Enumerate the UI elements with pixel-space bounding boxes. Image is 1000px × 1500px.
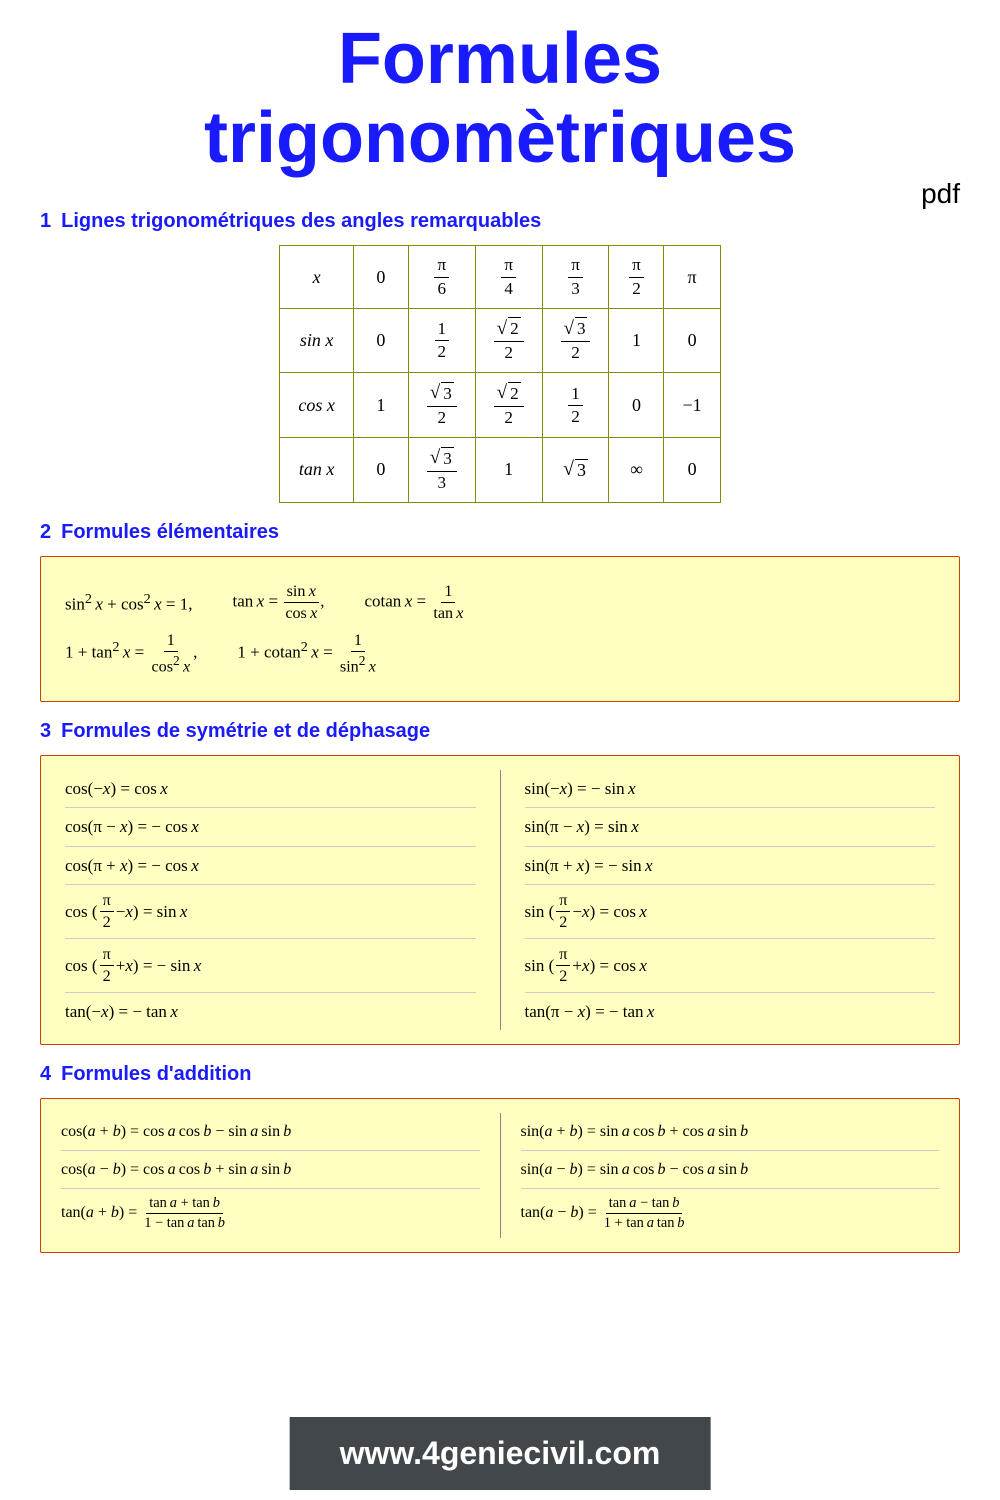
sym-col-cos: cos(−x) = cos x cos(π − x) = − cos x cos… [41, 770, 501, 1030]
sym-cos-pi2-plus: cos ( π 2 + x) = − sin x [65, 939, 476, 993]
add-cos-a-plus-b: cos(a + b) = cos a cos b − sin a sin b [61, 1113, 480, 1151]
page: Formules trigonomètriques pdf 1 Lignes t… [0, 0, 1000, 1273]
sym-col-sin: sin(−x) = − sin x sin(π − x) = sin x sin… [501, 770, 960, 1030]
sym-tan-pi-minus: tan(π − x) = − tan x [525, 993, 936, 1030]
sym-sin-pi2-plus: sin ( π 2 + x) = cos x [525, 939, 936, 993]
sym-cos-pi-plus: cos(π + x) = − cos x [65, 847, 476, 885]
add-col-sin: sin(a + b) = sin a cos b + cos a sin b s… [501, 1113, 960, 1238]
section1-number: 1 [40, 210, 51, 233]
addition-box: cos(a + b) = cos a cos b − sin a sin b c… [40, 1098, 960, 1253]
section1-title: Lignes trigonométriques des angles remar… [61, 210, 541, 233]
sym-sin-pi-plus: sin(π + x) = − sin x [525, 847, 936, 885]
section2-title: Formules élémentaires [61, 521, 279, 544]
add-sin-a-plus-b: sin(a + b) = sin a cos b + cos a sin b [521, 1113, 940, 1151]
formula-cotan: cotan x = 1 tan x [364, 581, 466, 624]
sym-sin-pi2-minus: sin ( π 2 − x) = cos x [525, 885, 936, 939]
main-title: Formules trigonomètriques [40, 20, 960, 178]
formula-box-elementary: sin2 x + cos2 x = 1, tan x = sin x cos x… [40, 556, 960, 702]
sym-tan-neg: tan(−x) = − tan x [65, 993, 476, 1030]
sym-cos-pi2-minus: cos ( π 2 − x) = sin x [65, 885, 476, 939]
formula-1-tan2: 1 + tan2 x = 1 cos2 x , [65, 630, 197, 677]
section3-header: 3 Formules de symétrie et de déphasage [40, 720, 960, 743]
watermark-banner: www.4geniecivil.com [290, 1417, 711, 1490]
formula-row-1: sin2 x + cos2 x = 1, tan x = sin x cos x… [65, 581, 935, 624]
symmetry-box: cos(−x) = cos x cos(π − x) = − cos x cos… [40, 755, 960, 1045]
title-line1: Formules [338, 19, 662, 99]
sym-cos-pi-minus: cos(π − x) = − cos x [65, 808, 476, 846]
section2-header: 2 Formules élémentaires [40, 521, 960, 544]
add-tan-a-minus-b: tan(a − b) = tan a − tan b 1 + tan a tan… [521, 1189, 940, 1237]
formula-tan: tan x = sin x cos x , [233, 581, 325, 624]
section1-header: 1 Lignes trigonométriques des angles rem… [40, 210, 960, 233]
add-sin-a-minus-b: sin(a − b) = sin a cos b − cos a sin b [521, 1151, 940, 1189]
add-tan-a-plus-b: tan(a + b) = tan a + tan b 1 − tan a tan… [61, 1189, 480, 1237]
trig-table: x 0 π6 π4 π3 π2 π sin x 0 12 √ [279, 245, 720, 502]
section4-header: 4 Formules d'addition [40, 1063, 960, 1086]
formula-1-cotan2: 1 + cotan2 x = 1 sin2 x [237, 630, 379, 677]
formula-row-2: 1 + tan2 x = 1 cos2 x , 1 + cotan2 x = 1… [65, 630, 935, 677]
section3-number: 3 [40, 720, 51, 743]
section3-title: Formules de symétrie et de déphasage [61, 720, 430, 743]
sym-sin-pi-minus: sin(π − x) = sin x [525, 808, 936, 846]
title-line2: trigonomètriques [204, 98, 796, 178]
section4-number: 4 [40, 1063, 51, 1086]
section2-number: 2 [40, 521, 51, 544]
sym-sin-neg: sin(−x) = − sin x [525, 770, 936, 808]
pdf-label: pdf [921, 178, 960, 210]
add-col-cos: cos(a + b) = cos a cos b − sin a sin b c… [41, 1113, 501, 1238]
section4-title: Formules d'addition [61, 1063, 251, 1086]
add-cos-a-minus-b: cos(a − b) = cos a cos b + sin a sin b [61, 1151, 480, 1189]
sym-cos-neg: cos(−x) = cos x [65, 770, 476, 808]
formula-sin2-cos2: sin2 x + cos2 x = 1, [65, 591, 193, 615]
